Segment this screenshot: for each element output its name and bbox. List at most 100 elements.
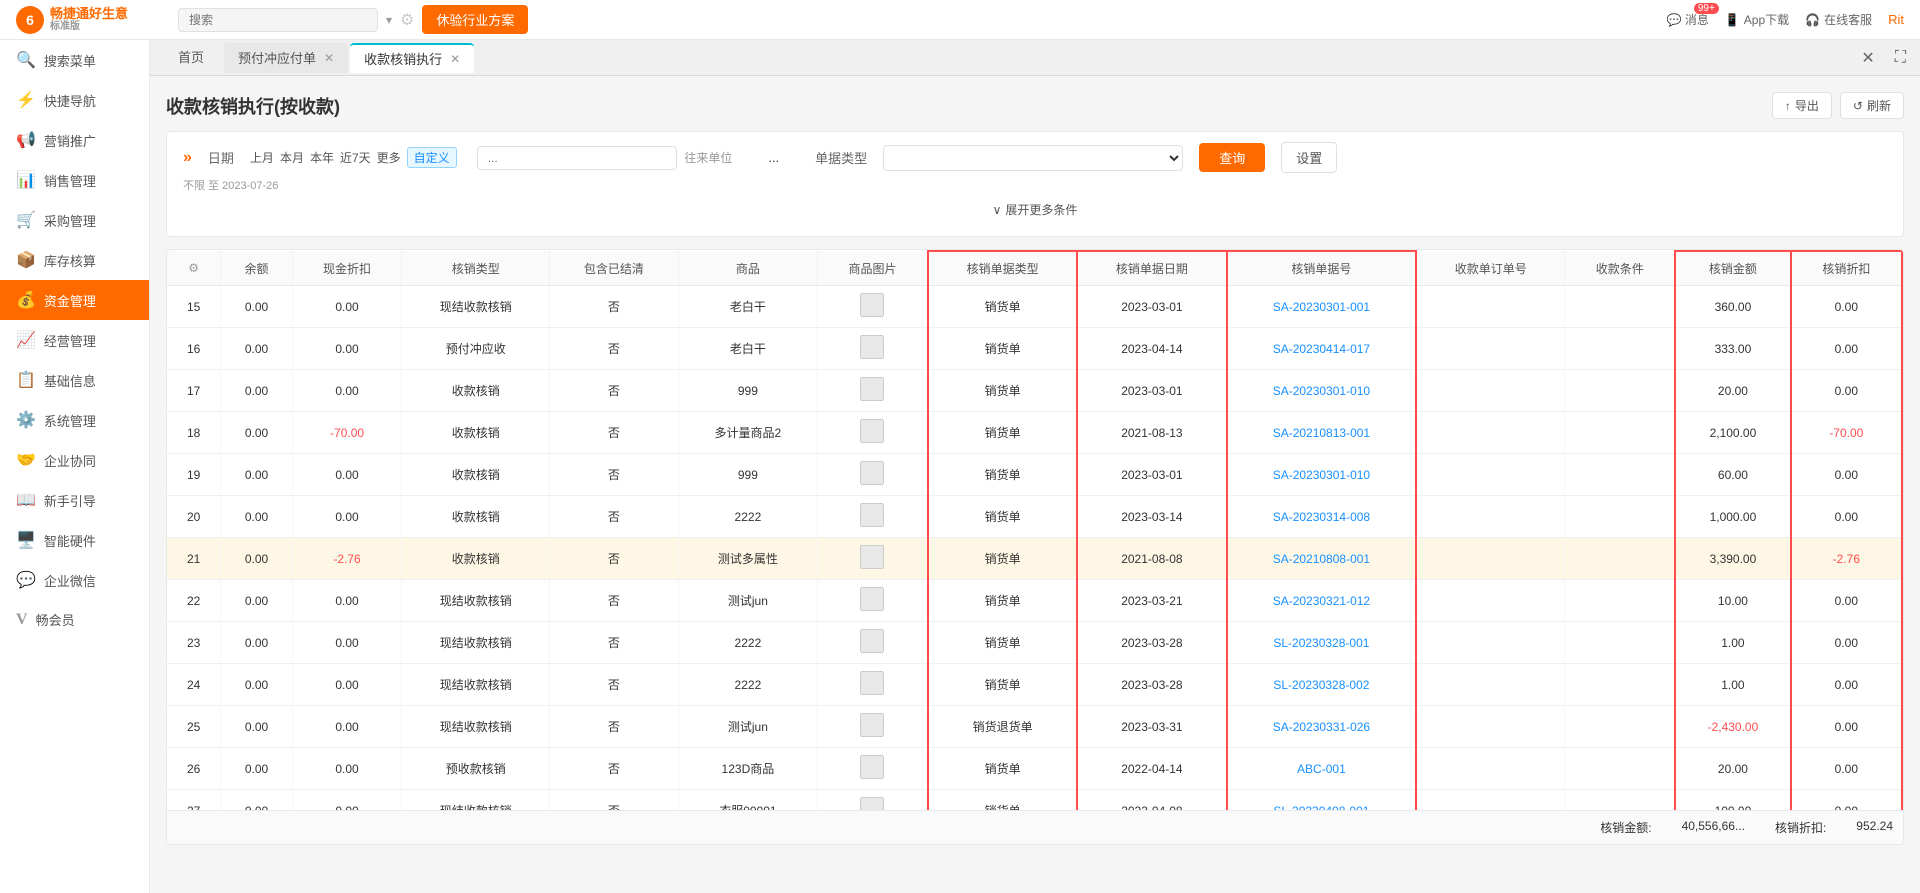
cell-doc-no[interactable]: SA-20230414-017 (1227, 328, 1417, 370)
doc-no-link[interactable]: SL-20230408-001 (1273, 804, 1369, 811)
cart-icon: 🛒 (16, 210, 36, 230)
ops-icon: 📈 (16, 330, 36, 350)
sidebar-item-purchase[interactable]: 🛒 采购管理 (0, 200, 149, 240)
top-search-input[interactable] (178, 8, 378, 32)
sidebar-item-collab[interactable]: 🤝 企业协同 (0, 440, 149, 480)
tab-prepay-close[interactable]: ✕ (324, 51, 334, 65)
messages-badge: 99+ (1694, 3, 1719, 14)
cell-num: 25 (167, 706, 221, 748)
sidebar-item-search[interactable]: 🔍 搜索菜单 (0, 40, 149, 80)
cell-doc-no[interactable]: SA-20210813-001 (1227, 412, 1417, 454)
doc-no-link[interactable]: SA-20230301-001 (1273, 300, 1370, 314)
partner-input[interactable] (477, 146, 677, 170)
cell-discount: 0.00 (1791, 664, 1902, 706)
doc-no-link[interactable]: SA-20230331-026 (1273, 720, 1370, 734)
doc-type-select[interactable] (883, 145, 1183, 171)
doc-no-link[interactable]: ABC-001 (1297, 762, 1346, 776)
cell-doc-no[interactable]: SA-20230321-012 (1227, 580, 1417, 622)
date-custom-tag[interactable]: 自定义 (407, 147, 457, 168)
headset-icon: 🎧 (1805, 13, 1820, 27)
messages-area[interactable]: 💬 消息 99+ (1667, 11, 1709, 28)
cell-goods-img (818, 370, 928, 412)
refresh-button[interactable]: ↺ 刷新 (1840, 92, 1904, 119)
cell-amount: 20.00 (1675, 748, 1791, 790)
doc-no-link[interactable]: SL-20230328-002 (1273, 678, 1369, 692)
date-this-month[interactable]: 本月 (280, 149, 304, 166)
query-button[interactable]: 查询 (1199, 143, 1265, 172)
cell-goods-img (818, 790, 928, 811)
cell-order-no (1416, 664, 1565, 706)
cell-order-no (1416, 328, 1565, 370)
cell-doc-date: 2021-08-13 (1077, 412, 1226, 454)
doc-no-link[interactable]: SA-20230314-008 (1273, 510, 1370, 524)
tab-collection[interactable]: 收款核销执行 ✕ (350, 43, 474, 73)
cell-goods: 测试jun (678, 580, 817, 622)
tab-collection-close[interactable]: ✕ (450, 52, 460, 66)
tab-maximize-button[interactable]: ⛶ (1889, 47, 1912, 69)
table-scroll-area[interactable]: ⚙ 余额 现金折扣 核销类型 包含已结清 商品 商品图片 核销单据类型 核销单据… (167, 250, 1903, 810)
col-balance: 余额 (221, 251, 292, 286)
doc-no-link[interactable]: SA-20230414-017 (1273, 342, 1370, 356)
cell-type: 预收款核销 (402, 748, 550, 790)
sidebar-item-guide[interactable]: 📖 新手引导 (0, 480, 149, 520)
sidebar-item-member[interactable]: V 畅会员 (0, 600, 149, 639)
doc-no-link[interactable]: SA-20230301-010 (1273, 384, 1370, 398)
cell-doc-no[interactable]: SL-20230328-001 (1227, 622, 1417, 664)
tab-collection-label: 收款核销执行 (364, 49, 442, 68)
setting-button[interactable]: 设置 (1281, 142, 1337, 173)
cell-balance: 0.00 (221, 748, 292, 790)
tab-prepay[interactable]: 预付冲应付单 ✕ (224, 43, 348, 73)
date-last-month[interactable]: 上月 (250, 149, 274, 166)
footer-discount-total: 952.24 (1856, 819, 1893, 836)
cell-doc-no[interactable]: SA-20230301-010 (1227, 454, 1417, 496)
tab-close-button[interactable]: ✕ (1855, 46, 1880, 70)
sidebar-item-hardware[interactable]: 🖥️ 智能硬件 (0, 520, 149, 560)
app-download-area[interactable]: 📱 App下载 (1725, 11, 1789, 28)
tab-home[interactable]: 首页 (158, 40, 224, 76)
industry-solution-button[interactable]: 休验行业方案 (422, 5, 528, 34)
date-more[interactable]: 更多 (377, 149, 401, 166)
cell-doc-no[interactable]: SL-20230328-002 (1227, 664, 1417, 706)
box-icon: 📦 (16, 250, 36, 270)
sidebar-item-marketing[interactable]: 📢 营销推广 (0, 120, 149, 160)
export-button[interactable]: ↑ 导出 (1772, 92, 1832, 119)
sidebar-item-sales[interactable]: 📊 销售管理 (0, 160, 149, 200)
doc-no-link[interactable]: SA-20210813-001 (1273, 426, 1370, 440)
cell-type: 收款核销 (402, 412, 550, 454)
date-7-days[interactable]: 近7天 (340, 149, 371, 166)
cell-discount: 0.00 (1791, 286, 1902, 328)
doc-no-link[interactable]: SA-20230321-012 (1273, 594, 1370, 608)
cell-goods-img (818, 454, 928, 496)
cell-payment-cond (1565, 664, 1675, 706)
sidebar-item-finance[interactable]: 💰 资金管理 (0, 280, 149, 320)
settings-gear-icon[interactable]: ⚙ (400, 10, 414, 30)
doc-no-link[interactable]: SA-20210808-001 (1273, 552, 1370, 566)
sidebar-item-basic-info[interactable]: 📋 基础信息 (0, 360, 149, 400)
sidebar-item-operations[interactable]: 📈 经营管理 (0, 320, 149, 360)
sidebar-item-system[interactable]: ⚙️ 系统管理 (0, 400, 149, 440)
dropdown-arrow[interactable]: ▾ (386, 13, 392, 27)
user-name[interactable]: Rit (1888, 12, 1904, 27)
cell-doc-no[interactable]: ABC-001 (1227, 748, 1417, 790)
collapse-btn[interactable]: » (183, 149, 192, 167)
cell-doc-no[interactable]: SA-20230331-026 (1227, 706, 1417, 748)
sidebar-item-shortcuts[interactable]: ⚡ 快捷导航 (0, 80, 149, 120)
col-settings[interactable]: ⚙ (167, 251, 221, 286)
doc-no-link[interactable]: SL-20230328-001 (1273, 636, 1369, 650)
cell-doc-no[interactable]: SA-20210808-001 (1227, 538, 1417, 580)
cell-doc-no[interactable]: SA-20230301-001 (1227, 286, 1417, 328)
expand-more-btn[interactable]: ∨ 展开更多条件 (993, 201, 1078, 218)
cell-doc-type: 销货退货单 (928, 706, 1077, 748)
cell-doc-no[interactable]: SL-20230408-001 (1227, 790, 1417, 811)
cell-goods: 999 (678, 454, 817, 496)
gear-icon: ⚙️ (16, 410, 36, 430)
online-service-area[interactable]: 🎧 在线客服 (1805, 11, 1872, 28)
cell-discount: 0.00 (1791, 748, 1902, 790)
doc-no-link[interactable]: SA-20230301-010 (1273, 468, 1370, 482)
sidebar-item-inventory[interactable]: 📦 库存核算 (0, 240, 149, 280)
cell-doc-no[interactable]: SA-20230314-008 (1227, 496, 1417, 538)
sidebar-item-wechat[interactable]: 💬 企业微信 (0, 560, 149, 600)
date-this-year[interactable]: 本年 (310, 149, 334, 166)
cell-doc-no[interactable]: SA-20230301-010 (1227, 370, 1417, 412)
cell-payment-cond (1565, 370, 1675, 412)
